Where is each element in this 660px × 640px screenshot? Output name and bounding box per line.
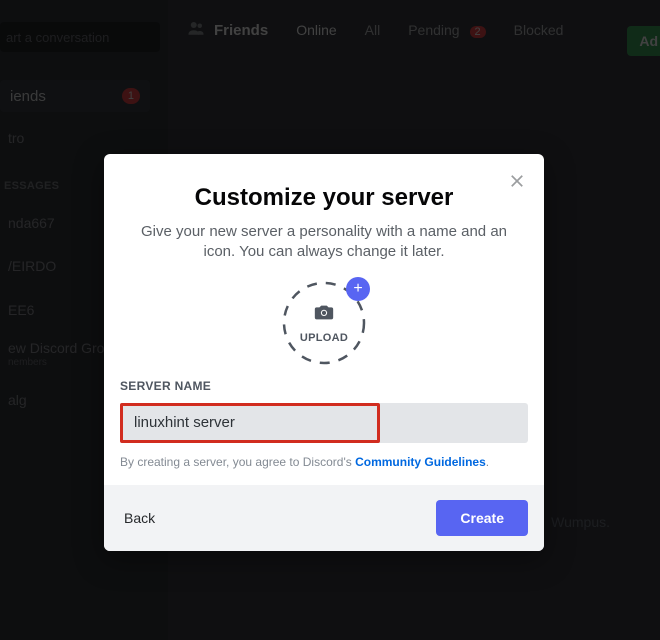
- customize-server-modal: Customize your server Give your new serv…: [104, 154, 544, 551]
- close-button[interactable]: [504, 168, 530, 194]
- plus-badge: +: [346, 277, 370, 301]
- tos-text: By creating a server, you agree to Disco…: [120, 455, 528, 469]
- close-icon: [508, 172, 526, 190]
- modal-title: Customize your server: [120, 184, 528, 212]
- create-button[interactable]: Create: [436, 500, 528, 536]
- modal-subtitle: Give your new server a personality with …: [134, 222, 514, 263]
- modal-footer: Back Create: [104, 485, 544, 551]
- upload-server-icon[interactable]: UPLOAD +: [282, 281, 366, 365]
- server-name-input-wrap: [120, 403, 528, 443]
- tos-prefix: By creating a server, you agree to Disco…: [120, 455, 355, 469]
- plus-icon: +: [353, 280, 362, 298]
- community-guidelines-link[interactable]: Community Guidelines: [355, 455, 486, 469]
- server-name-label: SERVER NAME: [120, 379, 528, 393]
- back-button[interactable]: Back: [120, 502, 159, 534]
- tos-suffix: .: [486, 455, 489, 469]
- server-name-input[interactable]: [120, 403, 528, 443]
